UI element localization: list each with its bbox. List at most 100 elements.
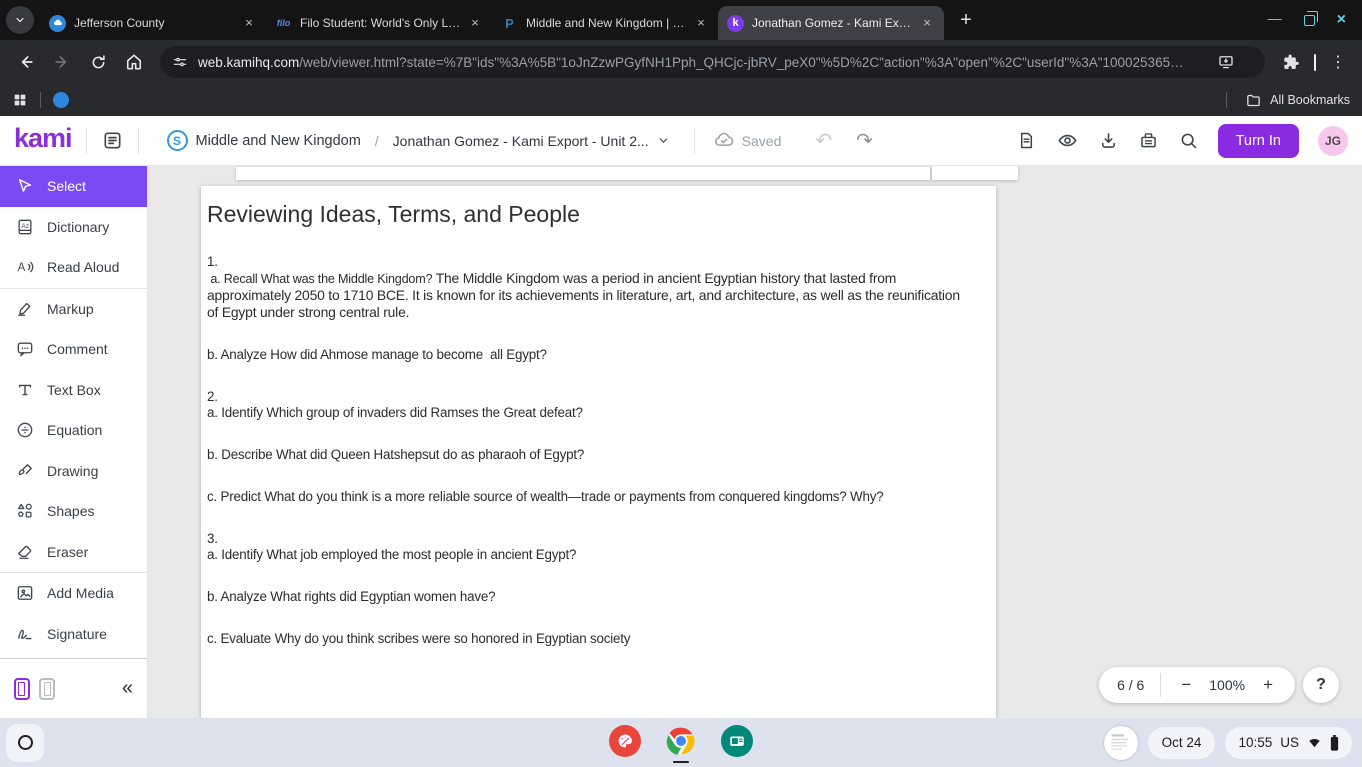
bookmark-favicon[interactable]	[53, 92, 69, 108]
help-button[interactable]: ?	[1303, 667, 1339, 703]
extensions-icon[interactable]	[1281, 53, 1300, 72]
screencast-app-button[interactable]	[721, 725, 753, 757]
sidebar-item-drawing[interactable]: Drawing	[0, 451, 147, 492]
add-media-icon	[17, 586, 33, 601]
browser-menu-icon[interactable]: ⋮	[1330, 52, 1346, 72]
back-button[interactable]	[10, 46, 42, 78]
search-button[interactable]	[1178, 130, 1199, 151]
omnibox[interactable]: web.kamihq.com/web/viewer.html?state=%7B…	[160, 46, 1265, 78]
collapse-sidebar-button[interactable]: «	[122, 677, 133, 700]
svg-text:A: A	[18, 261, 26, 274]
document-line: 1.	[207, 254, 218, 269]
forward-icon	[55, 56, 67, 68]
jefferson-county-favicon	[49, 14, 66, 32]
single-page-view-icon[interactable]	[14, 677, 30, 700]
document-heading: Reviewing Ideas, Terms, and People	[207, 201, 580, 227]
pages-menu-icon[interactable]	[101, 129, 124, 152]
url-text[interactable]: web.kamihq.com/web/viewer.html?state=%7B…	[198, 55, 1207, 70]
kami-header: kami S Middle and New Kingdom / Jonathan…	[0, 116, 1362, 166]
file-icon	[1020, 132, 1032, 149]
chrome-app-button[interactable]	[665, 725, 697, 763]
all-bookmarks-button[interactable]: All Bookmarks	[1270, 93, 1350, 107]
browser-toolbar: web.kamihq.com/web/viewer.html?state=%7B…	[0, 40, 1362, 84]
document-line: 2.	[207, 389, 218, 404]
kami-logo[interactable]: kami	[14, 125, 73, 156]
tab-schoology-doc[interactable]: P Middle and New Kingdom | Sch ×	[492, 6, 718, 40]
sidebar-item-text-box[interactable]: Text Box	[0, 370, 147, 411]
signature-icon	[18, 629, 32, 639]
minimize-button[interactable]: —	[1268, 10, 1282, 26]
tool-sidebar: Select Az Dictionary A Read Aloud Markup…	[0, 166, 148, 718]
install-app-icon[interactable]	[1217, 53, 1235, 71]
turn-in-button[interactable]: Turn In	[1217, 123, 1299, 158]
sidebar-item-signature[interactable]: Signature	[0, 614, 147, 655]
save-status: Saved	[713, 130, 782, 152]
sidebar-item-label: Shapes	[47, 503, 95, 520]
window-close-button[interactable]: ×	[1337, 11, 1346, 29]
sidebar-item-read-aloud[interactable]: A Read Aloud	[0, 247, 147, 288]
new-tab-button[interactable]: +	[952, 6, 980, 34]
document-line: b. Describe What did Queen Hatshepsut do…	[207, 447, 585, 462]
canvas-app-button[interactable]	[609, 725, 641, 757]
launcher-button[interactable]	[6, 723, 44, 762]
window-controls: — ×	[1252, 0, 1362, 40]
bookmarks-bar: All Bookmarks	[0, 84, 1362, 116]
sidebar-item-add-media[interactable]: Add Media	[0, 573, 147, 614]
sidebar-item-equation[interactable]: Equation	[0, 410, 147, 451]
status-tray[interactable]: 10:55 US	[1225, 726, 1352, 759]
forward-button[interactable]	[46, 46, 78, 78]
sidebar-footer: «	[0, 658, 147, 718]
close-icon[interactable]: ×	[467, 15, 483, 31]
header-separator	[693, 127, 695, 154]
header-separator	[85, 127, 87, 154]
sidebar-item-comment[interactable]: Comment	[0, 329, 147, 370]
tab-filo-student[interactable]: filo Filo Student: World's Only Live ×	[266, 6, 492, 40]
home-button[interactable]	[118, 46, 150, 78]
print-button[interactable]	[1138, 130, 1159, 151]
zoom-in-button[interactable]: +	[1259, 675, 1277, 695]
sidebar-item-shapes[interactable]: Shapes	[0, 491, 147, 532]
download-button[interactable]	[1098, 130, 1119, 151]
url-domain: web.kamihq.com	[198, 54, 300, 70]
tab-jefferson-county[interactable]: Jefferson County ×	[40, 6, 266, 40]
save-status-label: Saved	[741, 132, 782, 149]
document-outline-button[interactable]	[1016, 130, 1037, 151]
holding-space-thumbnail[interactable]	[1103, 725, 1138, 760]
document-name: Middle and New Kingdom	[195, 132, 361, 149]
tab-search-button[interactable]	[6, 6, 34, 34]
close-icon[interactable]: ×	[919, 15, 935, 31]
url-path: /web/viewer.html?state=%7B"ids"%3A%5B"1o…	[299, 54, 1184, 70]
view-options-button[interactable]	[1056, 129, 1079, 152]
site-settings-icon[interactable]	[172, 54, 188, 70]
document-line: 3.	[207, 531, 218, 546]
pdf-page: Reviewing Ideas, Terms, and People 1. a.…	[201, 186, 996, 718]
restore-button[interactable]	[1303, 10, 1318, 26]
sidebar-item-markup[interactable]: Markup	[0, 289, 147, 330]
close-icon[interactable]: ×	[241, 15, 257, 31]
viewer-controls: 6 / 6 − 100% + ?	[1099, 667, 1339, 703]
file-name[interactable]: Jonathan Gomez - Kami Export - Unit 2...	[393, 133, 649, 149]
sidebar-item-select[interactable]: Select	[0, 166, 147, 207]
file-chevron-icon[interactable]	[657, 134, 670, 147]
split-view-icon[interactable]	[39, 677, 55, 700]
undo-button[interactable]: ↶	[815, 128, 832, 153]
eye-icon	[1058, 134, 1077, 147]
document-line: c. Predict What do you think is a more r…	[207, 489, 884, 504]
avatar[interactable]: JG	[1318, 125, 1348, 156]
apps-grid-icon[interactable]	[12, 92, 28, 108]
redo-button[interactable]: ↷	[856, 128, 873, 153]
zoom-level[interactable]: 100%	[1209, 677, 1245, 693]
sidebar-item-dictionary[interactable]: Az Dictionary	[0, 207, 147, 248]
document-body: 1. a. Recall What was the Middle Kingdom…	[207, 254, 974, 647]
sidebar-item-eraser[interactable]: Eraser	[0, 532, 147, 573]
tab-kami-export-active[interactable]: k Jonathan Gomez - Kami Export ×	[718, 6, 944, 40]
close-icon[interactable]: ×	[693, 15, 709, 31]
reload-button[interactable]	[82, 46, 114, 78]
powerschool-favicon: P	[505, 15, 514, 31]
wifi-icon	[1309, 739, 1320, 748]
comment-icon	[17, 342, 33, 357]
header-separator	[137, 127, 139, 154]
date-pill[interactable]: Oct 24	[1147, 726, 1216, 759]
zoom-out-button[interactable]: −	[1177, 675, 1195, 695]
download-icon	[1101, 133, 1115, 148]
